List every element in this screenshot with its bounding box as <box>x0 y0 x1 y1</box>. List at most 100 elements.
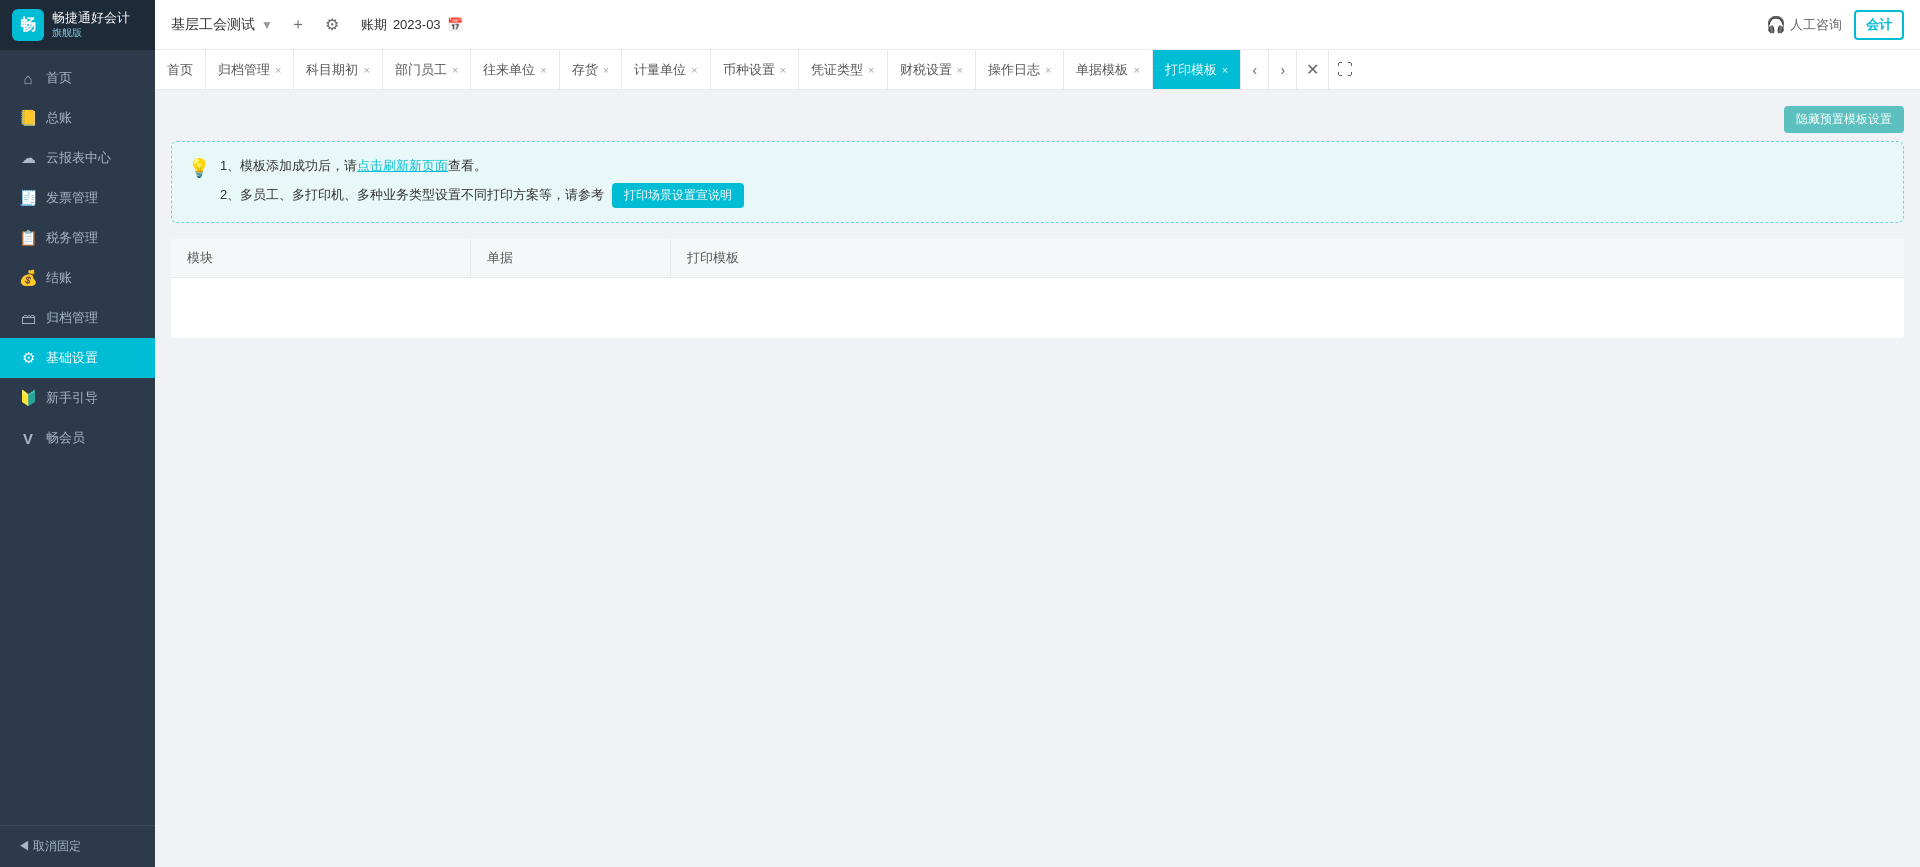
sidebar-item-settle[interactable]: 💰 结账 <box>0 258 155 298</box>
tab-tax-settings-close[interactable]: × <box>957 64 963 76</box>
sidebar-item-archive[interactable]: 🗃 归档管理 <box>0 298 155 338</box>
tab-currency-label: 币种设置 <box>723 61 775 79</box>
tab-subject-init-close[interactable]: × <box>363 64 369 76</box>
tab-subject-init-label: 科目期初 <box>306 61 358 79</box>
reports-icon: ☁ <box>18 149 38 167</box>
tab-unit[interactable]: 计量单位 × <box>622 50 710 89</box>
company-selector[interactable]: 基层工会测试 ▼ <box>171 16 273 34</box>
refresh-link[interactable]: 点击刷新新页面 <box>357 158 448 173</box>
tab-print-template-close[interactable]: × <box>1222 64 1228 76</box>
tab-counterpart-label: 往来单位 <box>483 61 535 79</box>
unpin-button[interactable]: ◀ 取消固定 <box>0 825 155 867</box>
period-info: 账期 2023-03 📅 <box>361 16 463 34</box>
guide-icon: 🔰 <box>18 389 38 407</box>
tab-unit-label: 计量单位 <box>634 61 686 79</box>
company-name: 基层工会测试 <box>171 16 255 34</box>
tab-voucher-type-close[interactable]: × <box>868 64 874 76</box>
sidebar-item-guide[interactable]: 🔰 新手引导 <box>0 378 155 418</box>
kuaiji-button[interactable]: 会计 <box>1854 10 1904 40</box>
member-icon: V <box>18 430 38 447</box>
tab-op-log[interactable]: 操作日志 × <box>976 50 1064 89</box>
table-body <box>171 278 1904 338</box>
headset-icon: 🎧 <box>1766 15 1786 34</box>
sidebar-label-basic: 基础设置 <box>46 349 98 367</box>
tab-print-template[interactable]: 打印模板 × <box>1153 50 1241 89</box>
tab-single-form-close[interactable]: × <box>1133 64 1139 76</box>
sidebar-label-archive: 归档管理 <box>46 309 98 327</box>
tab-unit-close[interactable]: × <box>691 64 697 76</box>
calendar-icon[interactable]: 📅 <box>447 17 463 32</box>
tab-voucher-type[interactable]: 凭证类型 × <box>799 50 887 89</box>
ledger-icon: 📒 <box>18 109 38 127</box>
tax-icon: 📋 <box>18 229 38 247</box>
tab-home-label: 首页 <box>167 61 193 79</box>
sidebar-label-tax: 税务管理 <box>46 229 98 247</box>
notice-line2: 2、多员工、多打印机、多种业务类型设置不同打印方案等，请参考 打印场景设置宣说明 <box>220 183 1887 208</box>
hide-preview-button[interactable]: 隐藏预置模板设置 <box>1784 106 1904 133</box>
sidebar-item-member[interactable]: V 畅会员 <box>0 418 155 458</box>
logo-area: 畅 畅捷通好会计 旗舰版 <box>0 0 155 50</box>
tab-print-template-label: 打印模板 <box>1165 61 1217 79</box>
tab-close-all-button[interactable]: ✕ <box>1297 50 1329 89</box>
invoice-icon: 🧾 <box>18 189 38 207</box>
tab-currency-close[interactable]: × <box>780 64 786 76</box>
sidebar-item-basic[interactable]: ⚙ 基础设置 <box>0 338 155 378</box>
table-header: 模块 单据 打印模板 <box>171 239 1904 278</box>
hide-preview-section: 隐藏预置模板设置 <box>171 106 1904 133</box>
company-dropdown-icon: ▼ <box>261 18 273 32</box>
logo-icon: 畅 <box>12 9 44 41</box>
sidebar-item-reports[interactable]: ☁ 云报表中心 <box>0 138 155 178</box>
tab-tax-settings[interactable]: 财税设置 × <box>888 50 976 89</box>
unpin-label: ◀ 取消固定 <box>18 838 81 855</box>
tab-inventory[interactable]: 存货 × <box>560 50 622 89</box>
tab-subject-init[interactable]: 科目期初 × <box>294 50 382 89</box>
app-name: 畅捷通好会计 <box>52 10 130 27</box>
tab-counterpart[interactable]: 往来单位 × <box>471 50 559 89</box>
app-edition: 旗舰版 <box>52 26 130 40</box>
logo-text-block: 畅捷通好会计 旗舰版 <box>52 10 130 41</box>
tab-single-form-label: 单据模板 <box>1076 61 1128 79</box>
sidebar-item-home[interactable]: ⌂ 首页 <box>0 58 155 98</box>
tab-inventory-label: 存货 <box>572 61 598 79</box>
tab-archive-mgmt-close[interactable]: × <box>275 64 281 76</box>
notice-line2-prefix: 2、多员工、多打印机、多种业务类型设置不同打印方案等，请参考 <box>220 186 604 204</box>
home-icon: ⌂ <box>18 70 38 87</box>
tab-tax-settings-label: 财税设置 <box>900 61 952 79</box>
sidebar-item-tax[interactable]: 📋 税务管理 <box>0 218 155 258</box>
tab-counterpart-close[interactable]: × <box>540 64 546 76</box>
add-tab-button[interactable]: ＋ <box>285 12 311 38</box>
basic-icon: ⚙ <box>18 349 38 367</box>
th-module: 模块 <box>171 239 471 277</box>
tab-voucher-type-label: 凭证类型 <box>811 61 863 79</box>
tab-op-log-close[interactable]: × <box>1045 64 1051 76</box>
settle-icon: 💰 <box>18 269 38 287</box>
tab-archive-mgmt[interactable]: 归档管理 × <box>206 50 294 89</box>
tab-op-log-label: 操作日志 <box>988 61 1040 79</box>
sidebar-item-ledger[interactable]: 📒 总账 <box>0 98 155 138</box>
period-label: 账期 <box>361 16 387 34</box>
tab-next-button[interactable]: › <box>1269 50 1297 89</box>
bulb-icon: 💡 <box>188 157 210 208</box>
tab-prev-button[interactable]: ‹ <box>1241 50 1269 89</box>
tab-single-form[interactable]: 单据模板 × <box>1064 50 1152 89</box>
sidebar-label-guide: 新手引导 <box>46 389 98 407</box>
tab-home[interactable]: 首页 <box>155 50 206 89</box>
settings-button[interactable]: ⚙ <box>319 12 345 38</box>
period-value: 2023-03 <box>393 17 441 32</box>
tab-dept-staff[interactable]: 部门员工 × <box>383 50 471 89</box>
th-template: 打印模板 <box>671 239 1904 277</box>
tab-fullscreen-button[interactable]: ⛶ <box>1329 50 1361 89</box>
notice-line1: 1、模板添加成功后，请点击刷新新页面查看。 <box>220 156 1887 177</box>
tab-inventory-close[interactable]: × <box>603 64 609 76</box>
sidebar-item-invoice[interactable]: 🧾 发票管理 <box>0 178 155 218</box>
print-template-table: 模块 单据 打印模板 <box>171 239 1904 338</box>
service-button[interactable]: 🎧 人工咨询 <box>1766 15 1842 34</box>
sidebar-label-member: 畅会员 <box>46 429 85 447</box>
print-scene-button[interactable]: 打印场景设置宣说明 <box>612 183 744 208</box>
sidebar-nav: ⌂ 首页 📒 总账 ☁ 云报表中心 🧾 发票管理 📋 税务管理 💰 结账 🗃 归… <box>0 50 155 825</box>
notice-box: 💡 1、模板添加成功后，请点击刷新新页面查看。 2、多员工、多打印机、多种业务类… <box>171 141 1904 223</box>
tab-dept-staff-label: 部门员工 <box>395 61 447 79</box>
topbar: 基层工会测试 ▼ ＋ ⚙ 账期 2023-03 📅 🎧 人工咨询 会计 <box>155 0 1920 50</box>
tab-currency[interactable]: 币种设置 × <box>711 50 799 89</box>
tab-dept-staff-close[interactable]: × <box>452 64 458 76</box>
